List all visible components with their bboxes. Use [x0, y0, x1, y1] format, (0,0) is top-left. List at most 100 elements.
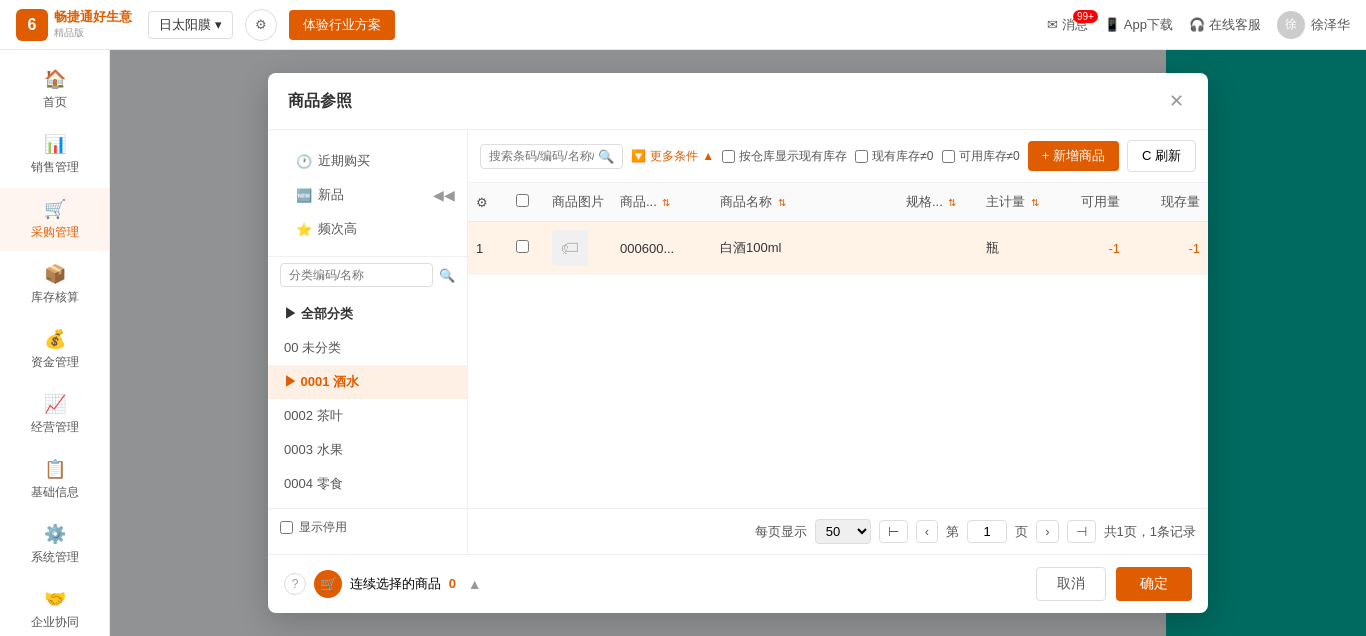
app-download-button[interactable]: 📱 App下载: [1104, 16, 1173, 34]
sidebar-item-collab[interactable]: 🤝 企业协同: [0, 578, 109, 636]
online-service-label: 在线客服: [1209, 16, 1261, 34]
code-sort-icon[interactable]: ⇅: [662, 197, 670, 208]
category-liquor-item[interactable]: ▶ 0001 酒水: [268, 365, 467, 399]
category-list: ▶ 全部分类 00 未分类 ▶ 0001 酒水 0002 茶叶 0003 水果 …: [268, 293, 467, 508]
sidebar-item-home[interactable]: 🏠 首页: [0, 58, 109, 121]
sidebar-label-basics: 基础信息: [31, 484, 79, 501]
available-stock-checkbox[interactable]: [942, 150, 955, 163]
nonzero-stock-label: 现有库存≠0: [872, 148, 933, 165]
frequent-item[interactable]: ⭐ 频次高: [280, 212, 386, 246]
sidebar-item-management[interactable]: 📈 经营管理: [0, 383, 109, 446]
sidebar-item-system[interactable]: ⚙️ 系统管理: [0, 513, 109, 576]
col-name-header[interactable]: 商品名称 ⇅: [712, 183, 898, 222]
sidebar-item-sales[interactable]: 📊 销售管理: [0, 123, 109, 186]
next-page-button[interactable]: ›: [1036, 520, 1058, 543]
all-category-item[interactable]: ▶ 全部分类: [268, 297, 467, 331]
left-panel-header: 🕐 近期购买 🆕 新品 ⭐ 频次高: [268, 138, 467, 252]
category-snack-item[interactable]: 0004 零食: [268, 467, 467, 501]
category-search-icon[interactable]: 🔍: [439, 268, 455, 283]
page-size-select[interactable]: 50 10 20 100: [815, 519, 871, 544]
category-search-row: 🔍: [268, 256, 467, 293]
new-products-item[interactable]: 🆕 新品: [280, 178, 386, 212]
product-table: ⚙ 商品图片 商品... ⇅ 商品名称: [468, 183, 1208, 275]
modal-overlay: 商品参照 ✕ 🕐 近期购买: [110, 50, 1366, 636]
category-search-input[interactable]: [280, 263, 433, 287]
system-icon: ⚙️: [44, 523, 66, 545]
page-size-label: 每页显示: [755, 523, 807, 541]
col-settings[interactable]: ⚙: [468, 183, 508, 222]
category-fruit-item[interactable]: 0003 水果: [268, 433, 467, 467]
collapse-button[interactable]: ◀◀: [433, 187, 455, 203]
col-unit-header[interactable]: 主计量 ⇅: [978, 183, 1048, 222]
nav-selector[interactable]: 日太阳膜 ▾: [148, 11, 233, 39]
warehouse-stock-checkbox[interactable]: [722, 150, 735, 163]
col-spec-header[interactable]: 规格... ⇅: [898, 183, 978, 222]
star-icon: ⭐: [296, 222, 312, 237]
confirm-button[interactable]: 确定: [1116, 567, 1192, 601]
edition-badge: 精品版: [54, 26, 132, 40]
sidebar-item-purchase[interactable]: 🛒 采购管理: [0, 188, 109, 251]
left-panel: 🕐 近期购买 🆕 新品 ⭐ 频次高: [268, 130, 468, 554]
name-sort-icon[interactable]: ⇅: [778, 197, 786, 208]
refresh-button[interactable]: C 刷新: [1127, 140, 1196, 172]
row-checkbox-cell[interactable]: [508, 222, 544, 275]
user-menu[interactable]: 徐 徐泽华: [1277, 11, 1350, 39]
clock-icon: 🕐: [296, 154, 312, 169]
row-code: 000600...: [612, 222, 712, 275]
cart-icon: 🛒: [314, 570, 342, 598]
help-button[interactable]: ?: [284, 573, 306, 595]
current-page-input[interactable]: [967, 520, 1007, 543]
category-drink-item[interactable]: 0005 饮料: [268, 501, 467, 508]
more-filter-button[interactable]: 🔽 更多条件 ▲: [631, 148, 714, 165]
table-row[interactable]: 1 🏷 000600... 白酒100ml 瓶: [468, 222, 1208, 275]
col-code-header[interactable]: 商品... ⇅: [612, 183, 712, 222]
product-search-input[interactable]: [489, 149, 594, 163]
footer-left: ? 🛒 连续选择的商品 0 ▲: [284, 570, 482, 598]
chevron-down-icon: ▾: [215, 17, 222, 32]
logo-area: 6 畅捷通好生意 精品版: [16, 9, 136, 41]
sidebar-label-inventory: 库存核算: [31, 289, 79, 306]
sidebar-item-inventory[interactable]: 📦 库存核算: [0, 253, 109, 316]
cancel-button[interactable]: 取消: [1036, 567, 1106, 601]
message-button[interactable]: ✉ 消息 99+: [1047, 16, 1088, 34]
modal-close-button[interactable]: ✕: [1164, 89, 1188, 113]
sidebar-label-management: 经营管理: [31, 419, 79, 436]
sidebar-item-basics[interactable]: 📋 基础信息: [0, 448, 109, 511]
modal-header: 商品参照 ✕: [268, 73, 1208, 130]
management-icon: 📈: [44, 393, 66, 415]
trial-button[interactable]: 体验行业方案: [289, 10, 395, 40]
nonzero-stock-checkbox-label[interactable]: 现有库存≠0: [855, 148, 933, 165]
category-tea-item[interactable]: 0002 茶叶: [268, 399, 467, 433]
main-layout: 🏠 首页 📊 销售管理 🛒 采购管理 📦 库存核算 💰 资金管理 📈 经营管理 …: [0, 50, 1366, 636]
select-all-checkbox[interactable]: [516, 194, 529, 207]
row-available: -1: [1048, 222, 1128, 275]
recent-purchase-item[interactable]: 🕐 近期购买: [280, 144, 386, 178]
show-disabled-checkbox[interactable]: [280, 521, 293, 534]
spec-sort-icon[interactable]: ⇅: [948, 197, 956, 208]
prev-page-button[interactable]: ‹: [916, 520, 938, 543]
last-page-button[interactable]: ⊣: [1067, 520, 1096, 543]
search-icon: 🔍: [598, 149, 614, 164]
row-checkbox[interactable]: [516, 240, 529, 253]
warehouse-stock-checkbox-label[interactable]: 按仓库显示现有库存: [722, 148, 847, 165]
row-name: 白酒100ml: [712, 222, 898, 275]
app-download-label: App下载: [1124, 16, 1173, 34]
unit-sort-icon[interactable]: ⇅: [1031, 197, 1039, 208]
online-service-button[interactable]: 🎧 在线客服: [1189, 16, 1261, 34]
sidebar-item-finance[interactable]: 💰 资金管理: [0, 318, 109, 381]
first-page-button[interactable]: ⊢: [879, 520, 908, 543]
footer-collapse-button[interactable]: ▲: [468, 576, 482, 592]
add-product-button[interactable]: + 新增商品: [1028, 141, 1119, 171]
gear-button[interactable]: ⚙: [245, 9, 277, 41]
modal-footer: ? 🛒 连续选择的商品 0 ▲ 取消 确定: [268, 554, 1208, 613]
new-icon: 🆕: [296, 188, 312, 203]
footer-right: 取消 确定: [1036, 567, 1192, 601]
uncategorized-item[interactable]: 00 未分类: [268, 331, 467, 365]
purchase-icon: 🛒: [44, 198, 66, 220]
filter-label: 更多条件: [650, 148, 698, 165]
product-search-box[interactable]: 🔍: [480, 144, 623, 169]
available-stock-checkbox-label[interactable]: 可用库存≠0: [942, 148, 1020, 165]
nonzero-stock-checkbox[interactable]: [855, 150, 868, 163]
logo-icon: 6: [16, 9, 48, 41]
frequent-label: 频次高: [318, 220, 357, 238]
